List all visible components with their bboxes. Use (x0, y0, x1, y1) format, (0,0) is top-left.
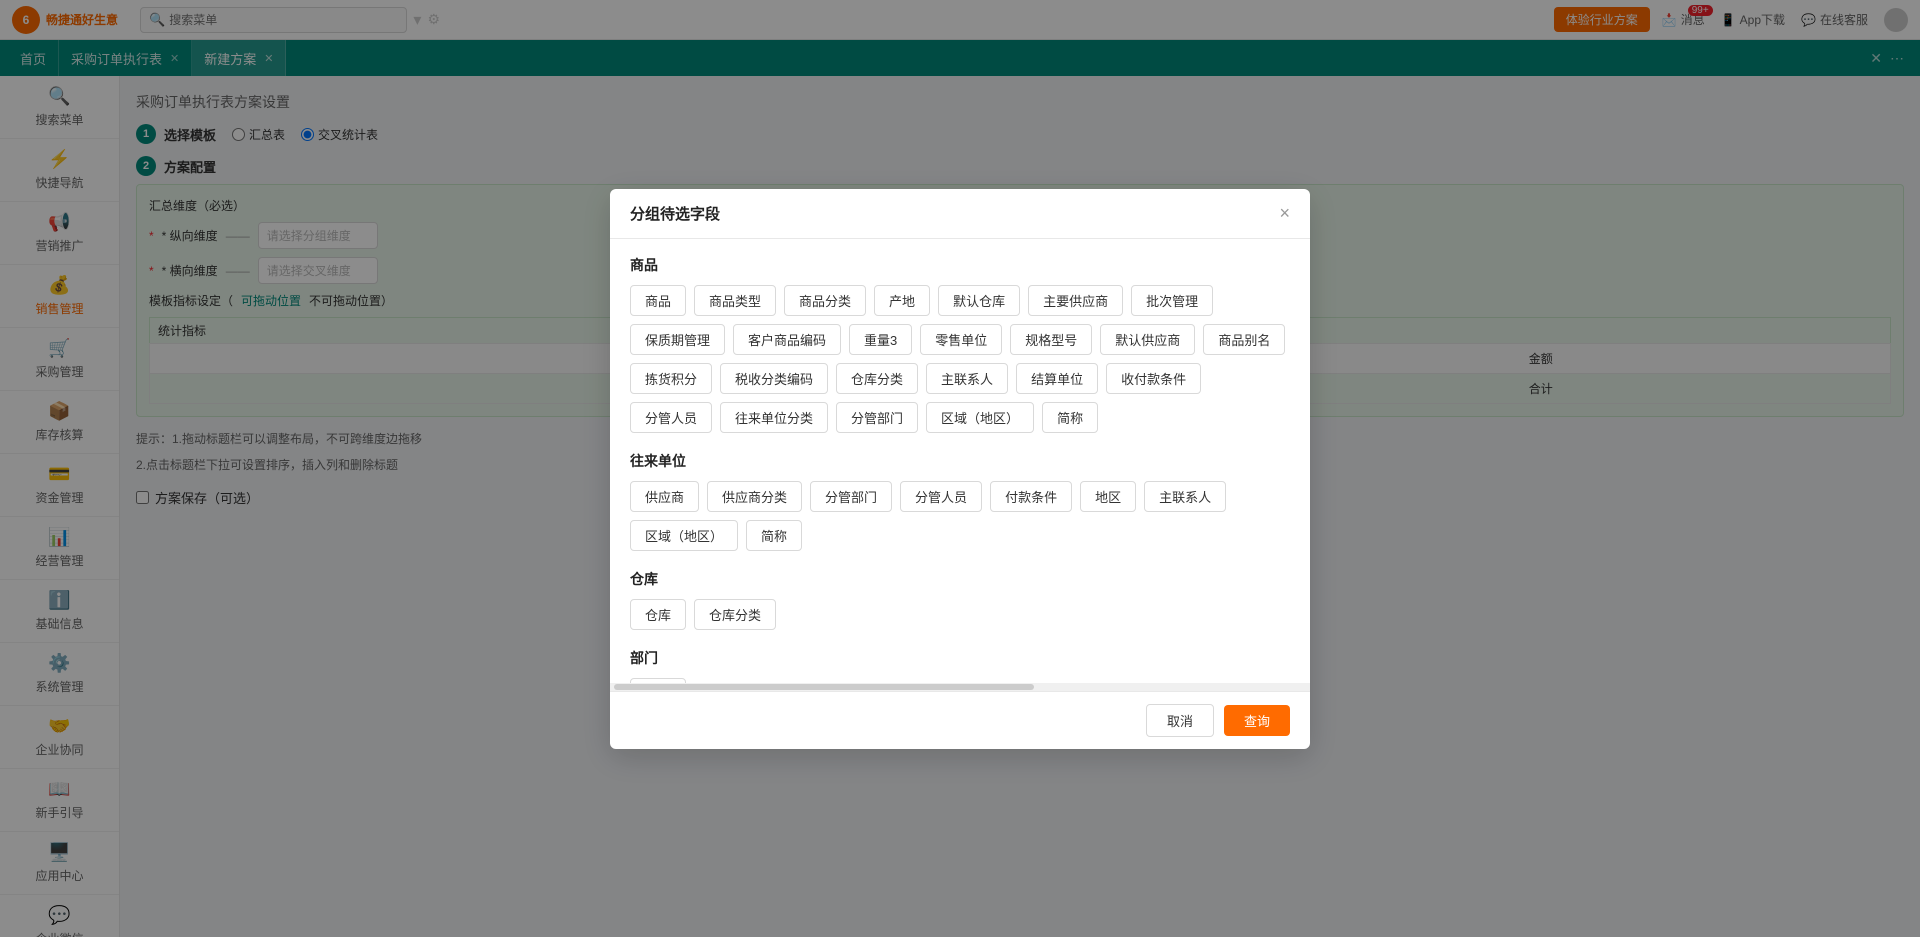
partner-field-tags: 供应商 供应商分类 分管部门 分管人员 付款条件 地区 主联系人 区域（地区） … (630, 481, 1290, 551)
field-tag-goods-仓库分类[interactable]: 仓库分类 (836, 363, 918, 394)
field-tag-goods-分管人员[interactable]: 分管人员 (630, 402, 712, 433)
modal-close-button[interactable]: × (1279, 203, 1290, 224)
field-tag-goods-主要供应商[interactable]: 主要供应商 (1028, 285, 1123, 316)
modal-cancel-button[interactable]: 取消 (1146, 704, 1214, 737)
field-tag-goods-税收分类编码[interactable]: 税收分类编码 (720, 363, 828, 394)
field-tag-goods-拣货积分[interactable]: 拣货积分 (630, 363, 712, 394)
field-tag-partner-地区[interactable]: 地区 (1080, 481, 1136, 512)
modal-hscroll-thumb (614, 684, 1034, 690)
field-tag-goods-商品别名[interactable]: 商品别名 (1203, 324, 1285, 355)
field-tag-goods-简称[interactable]: 简称 (1042, 402, 1098, 433)
field-tag-goods-商品[interactable]: 商品 (630, 285, 686, 316)
field-tag-goods-批次管理[interactable]: 批次管理 (1131, 285, 1213, 316)
partner-group-title: 往来单位 (630, 451, 1290, 471)
field-tag-goods-默认仓库[interactable]: 默认仓库 (938, 285, 1020, 316)
field-tag-partner-区域地区[interactable]: 区域（地区） (630, 520, 738, 551)
field-tag-goods-往来单位分类[interactable]: 往来单位分类 (720, 402, 828, 433)
field-group-goods: 商品 商品 商品类型 商品分类 产地 默认仓库 主要供应商 批次管理 保质期管理… (630, 255, 1290, 433)
field-group-warehouse: 仓库 仓库 仓库分类 (630, 569, 1290, 630)
field-tag-goods-区域地区[interactable]: 区域（地区） (926, 402, 1034, 433)
field-tag-goods-结算单位[interactable]: 结算单位 (1016, 363, 1098, 394)
field-tag-goods-主联系人[interactable]: 主联系人 (926, 363, 1008, 394)
field-tag-warehouse-仓库[interactable]: 仓库 (630, 599, 686, 630)
field-tag-partner-付款条件[interactable]: 付款条件 (990, 481, 1072, 512)
modal-overlay[interactable]: 分组待选字段 × 商品 商品 商品类型 商品分类 产地 默认仓库 主要供应商 批… (0, 0, 1920, 937)
field-tag-goods-商品分类[interactable]: 商品分类 (784, 285, 866, 316)
field-tag-goods-重量3[interactable]: 重量3 (849, 324, 912, 355)
field-group-partner: 往来单位 供应商 供应商分类 分管部门 分管人员 付款条件 地区 主联系人 区域… (630, 451, 1290, 551)
goods-group-title: 商品 (630, 255, 1290, 275)
field-tag-goods-客户商品编码[interactable]: 客户商品编码 (733, 324, 841, 355)
warehouse-group-title: 仓库 (630, 569, 1290, 589)
modal-body: 商品 商品 商品类型 商品分类 产地 默认仓库 主要供应商 批次管理 保质期管理… (610, 239, 1310, 683)
field-tag-partner-主联系人[interactable]: 主联系人 (1144, 481, 1226, 512)
field-tag-partner-简称[interactable]: 简称 (746, 520, 802, 551)
modal-confirm-button[interactable]: 查询 (1224, 705, 1290, 736)
field-tag-partner-供应商分类[interactable]: 供应商分类 (707, 481, 802, 512)
field-tag-goods-分管部门[interactable]: 分管部门 (836, 402, 918, 433)
modal-dialog: 分组待选字段 × 商品 商品 商品类型 商品分类 产地 默认仓库 主要供应商 批… (610, 189, 1310, 749)
field-tag-warehouse-仓库分类[interactable]: 仓库分类 (694, 599, 776, 630)
field-tag-goods-商品类型[interactable]: 商品类型 (694, 285, 776, 316)
field-tag-partner-分管部门[interactable]: 分管部门 (810, 481, 892, 512)
field-tag-partner-分管人员[interactable]: 分管人员 (900, 481, 982, 512)
field-tag-goods-产地[interactable]: 产地 (874, 285, 930, 316)
field-tag-goods-规格型号[interactable]: 规格型号 (1010, 324, 1092, 355)
field-tag-goods-收付款条件[interactable]: 收付款条件 (1106, 363, 1201, 394)
field-tag-goods-保质期管理[interactable]: 保质期管理 (630, 324, 725, 355)
modal-horizontal-scrollbar[interactable] (610, 683, 1310, 691)
warehouse-field-tags: 仓库 仓库分类 (630, 599, 1290, 630)
modal-title: 分组待选字段 (630, 203, 720, 224)
field-tag-partner-供应商[interactable]: 供应商 (630, 481, 699, 512)
modal-footer: 取消 查询 (610, 691, 1310, 749)
field-group-department: 部门 部门 (630, 648, 1290, 683)
modal-header: 分组待选字段 × (610, 189, 1310, 239)
field-tag-goods-零售单位[interactable]: 零售单位 (920, 324, 1002, 355)
goods-field-tags: 商品 商品类型 商品分类 产地 默认仓库 主要供应商 批次管理 保质期管理 客户… (630, 285, 1290, 433)
field-tag-goods-默认供应商[interactable]: 默认供应商 (1100, 324, 1195, 355)
department-group-title: 部门 (630, 648, 1290, 668)
